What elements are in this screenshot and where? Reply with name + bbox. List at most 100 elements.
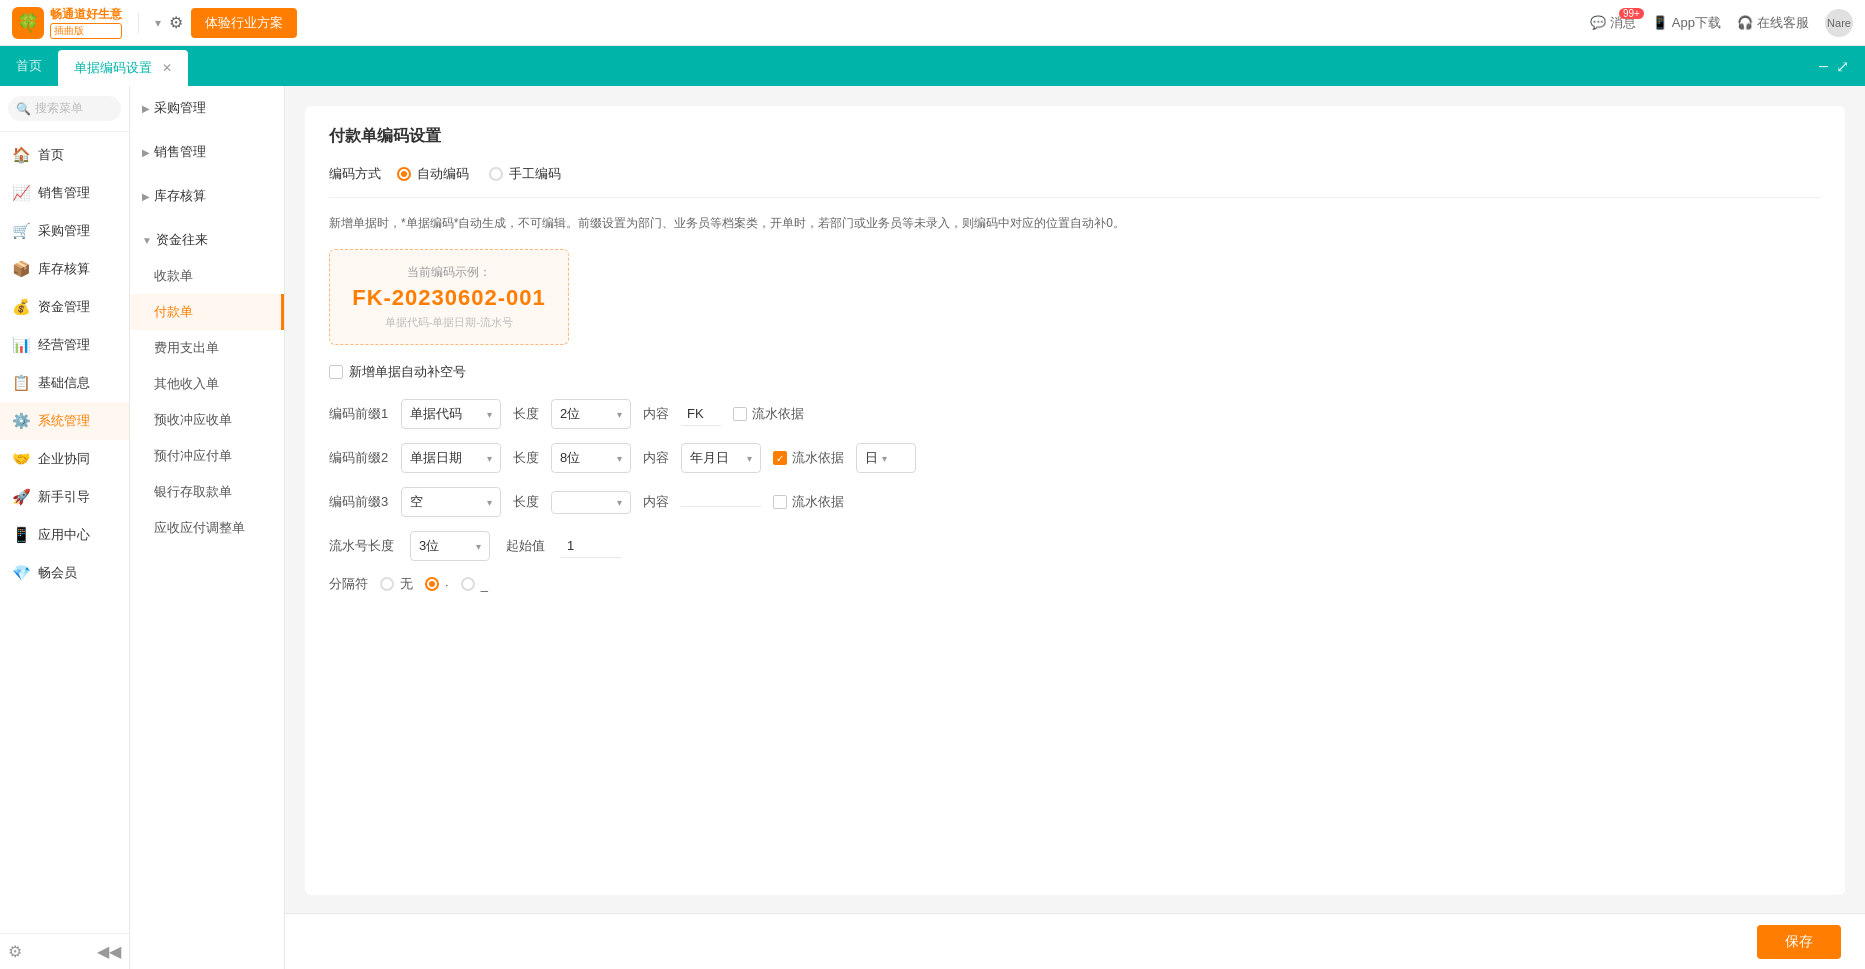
sub-child-expense[interactable]: 费用支出单 bbox=[130, 330, 284, 366]
prefix3-chevron bbox=[487, 497, 492, 508]
sidebar-item-purchase[interactable]: 🛒 采购管理 bbox=[0, 212, 129, 250]
sidebar-item-guide[interactable]: 🚀 新手引导 bbox=[0, 478, 129, 516]
prefix2-content-select[interactable]: 年月日 bbox=[681, 443, 761, 473]
auto-code-radio-circle bbox=[397, 167, 411, 181]
sidebar-item-system[interactable]: ⚙️ 系统管理 bbox=[0, 402, 129, 440]
arrow-sales: ▶ bbox=[142, 147, 150, 158]
sidebar-item-basics[interactable]: 📋 基础信息 bbox=[0, 364, 129, 402]
separator-underscore-radio[interactable]: _ bbox=[461, 577, 488, 592]
workspace-dropdown[interactable]: ▾ bbox=[155, 16, 161, 30]
sub-parent-inventory[interactable]: ▶ 库存核算 bbox=[130, 178, 284, 214]
sidebar-item-inventory[interactable]: 📦 库存核算 bbox=[0, 250, 129, 288]
prefix2-serial-checkbox[interactable]: ✓ bbox=[773, 451, 787, 465]
prefix1-serial-follow: 流水依据 bbox=[733, 405, 804, 423]
guide-icon: 🚀 bbox=[12, 488, 30, 506]
sub-child-bank[interactable]: 银行存取款单 bbox=[130, 474, 284, 510]
nav-tabs: 首页 单据编码设置 ✕ – ⤢ bbox=[0, 46, 1865, 86]
download-icon: 📱 bbox=[1652, 15, 1668, 30]
serial-start-input[interactable] bbox=[561, 534, 621, 558]
try-button[interactable]: 体验行业方案 bbox=[191, 8, 297, 38]
prefix2-period-select[interactable]: 日 bbox=[856, 443, 916, 473]
nav-minimize-icon[interactable]: – bbox=[1819, 57, 1828, 75]
tab-home[interactable]: 首页 bbox=[0, 46, 58, 86]
prefix3-length-label: 长度 bbox=[513, 493, 539, 511]
sidebar-search: 🔍 搜索菜单 bbox=[0, 86, 129, 132]
sub-group-capital: ▼ 资金往来 收款单 付款单 费用支出单 其他收入单 预收冲应收单 预付冲应付单… bbox=[130, 218, 284, 550]
sub-group-sales: ▶ 销售管理 bbox=[130, 130, 284, 174]
sub-child-prereceipt[interactable]: 预收冲应收单 bbox=[130, 402, 284, 438]
manual-code-radio[interactable]: 手工编码 bbox=[489, 165, 561, 183]
purchase-icon: 🛒 bbox=[12, 222, 30, 240]
sidebar-item-enterprise[interactable]: 🤝 企业协同 bbox=[0, 440, 129, 478]
message-icon: 💬 bbox=[1590, 15, 1606, 30]
top-bar: 🍀 畅通道好生意 插曲版 ▾ ⚙ 体验行业方案 💬 消息 99+ 📱 App下载… bbox=[0, 0, 1865, 46]
sidebar-bottom: ⚙ ◀◀ bbox=[0, 933, 129, 969]
sub-child-other-income[interactable]: 其他收入单 bbox=[130, 366, 284, 402]
sidebar-item-operations[interactable]: 📊 经营管理 bbox=[0, 326, 129, 364]
enterprise-icon: 🤝 bbox=[12, 450, 30, 468]
sub-parent-sales[interactable]: ▶ 销售管理 bbox=[130, 134, 284, 170]
sidebar: 🔍 搜索菜单 🏠 首页 📈 销售管理 🛒 采购管理 📦 库存核算 💰 资金管理 … bbox=[0, 86, 130, 969]
serial-row: 流水号长度 3位 起始值 bbox=[329, 531, 1821, 561]
content-card: 付款单编码设置 编码方式 自动编码 手工编码 新增单据时，*单据编码*自动生成，… bbox=[305, 106, 1845, 895]
inventory-icon: 📦 bbox=[12, 260, 30, 278]
prefix2-content-chevron bbox=[747, 453, 752, 464]
sub-child-payment[interactable]: 付款单 bbox=[130, 294, 284, 330]
serial-length-select[interactable]: 3位 bbox=[410, 531, 490, 561]
prefix2-row: 编码前缀2 单据日期 长度 8位 内容 年月日 ✓ 流水依据 日 bbox=[329, 443, 1821, 473]
prefix3-content-value bbox=[681, 498, 761, 507]
separator-underscore-circle bbox=[461, 577, 475, 591]
prefix3-select[interactable]: 空 bbox=[401, 487, 501, 517]
arrow-inventory: ▶ bbox=[142, 191, 150, 202]
sub-parent-capital[interactable]: ▼ 资金往来 bbox=[130, 222, 284, 258]
message-button[interactable]: 💬 消息 99+ bbox=[1590, 14, 1636, 32]
prefix3-length-select[interactable] bbox=[551, 491, 631, 514]
prefix2-chevron bbox=[487, 453, 492, 464]
sub-child-prepayment[interactable]: 预付冲应付单 bbox=[130, 438, 284, 474]
home-icon: 🏠 bbox=[12, 146, 30, 164]
prefix2-length-select[interactable]: 8位 bbox=[551, 443, 631, 473]
prefix2-select[interactable]: 单据日期 bbox=[401, 443, 501, 473]
collapse-icon[interactable]: ◀◀ bbox=[97, 942, 121, 961]
sidebar-item-member[interactable]: 💎 畅会员 bbox=[0, 554, 129, 592]
encoding-method-label: 编码方式 bbox=[329, 165, 381, 183]
search-input[interactable]: 🔍 搜索菜单 bbox=[8, 96, 121, 121]
app-download-button[interactable]: 📱 App下载 bbox=[1652, 14, 1721, 32]
sidebar-item-sales[interactable]: 📈 销售管理 bbox=[0, 174, 129, 212]
separator-none-circle bbox=[380, 577, 394, 591]
save-button[interactable]: 保存 bbox=[1757, 925, 1841, 959]
nav-expand-icon[interactable]: ⤢ bbox=[1836, 57, 1849, 76]
prefix1-length-select[interactable]: 2位 bbox=[551, 399, 631, 429]
prefix3-serial-checkbox[interactable] bbox=[773, 495, 787, 509]
auto-code-radio[interactable]: 自动编码 bbox=[397, 165, 469, 183]
prefix1-select[interactable]: 单据代码 bbox=[401, 399, 501, 429]
settings-icon[interactable]: ⚙ bbox=[169, 13, 183, 32]
autofill-checkbox[interactable] bbox=[329, 365, 343, 379]
sub-child-adjustment[interactable]: 应收应付调整单 bbox=[130, 510, 284, 546]
serial-length-chevron bbox=[476, 541, 481, 552]
online-service-button[interactable]: 🎧 在线客服 bbox=[1737, 14, 1809, 32]
logo: 🍀 畅通道好生意 插曲版 bbox=[12, 6, 122, 39]
service-icon: 🎧 bbox=[1737, 15, 1753, 30]
arrow-capital: ▼ bbox=[142, 235, 152, 246]
sales-icon: 📈 bbox=[12, 184, 30, 202]
sidebar-item-finance[interactable]: 💰 资金管理 bbox=[0, 288, 129, 326]
settings-bottom-icon[interactable]: ⚙ bbox=[8, 942, 22, 961]
prefix3-label: 编码前缀3 bbox=[329, 493, 389, 511]
avatar[interactable]: Nare bbox=[1825, 9, 1853, 37]
separator-none-radio[interactable]: 无 bbox=[380, 575, 413, 593]
separator-dot-radio[interactable]: · bbox=[425, 577, 449, 592]
top-bar-left: 🍀 畅通道好生意 插曲版 ▾ ⚙ 体验行业方案 bbox=[12, 6, 297, 39]
tab-encoding-settings[interactable]: 单据编码设置 ✕ bbox=[58, 50, 188, 86]
encoding-method-row: 编码方式 自动编码 手工编码 bbox=[329, 165, 1821, 198]
tab-close-icon[interactable]: ✕ bbox=[162, 61, 172, 75]
sidebar-item-apps[interactable]: 📱 应用中心 bbox=[0, 516, 129, 554]
prefix2-length-label: 长度 bbox=[513, 449, 539, 467]
prefix1-serial-checkbox[interactable] bbox=[733, 407, 747, 421]
sub-parent-purchase[interactable]: ▶ 采购管理 bbox=[130, 90, 284, 126]
encoding-method-radio-group: 自动编码 手工编码 bbox=[397, 165, 561, 183]
sidebar-item-home[interactable]: 🏠 首页 bbox=[0, 136, 129, 174]
manual-code-radio-circle bbox=[489, 167, 503, 181]
example-label: 当前编码示例： bbox=[407, 264, 491, 281]
sub-child-receipt[interactable]: 收款单 bbox=[130, 258, 284, 294]
